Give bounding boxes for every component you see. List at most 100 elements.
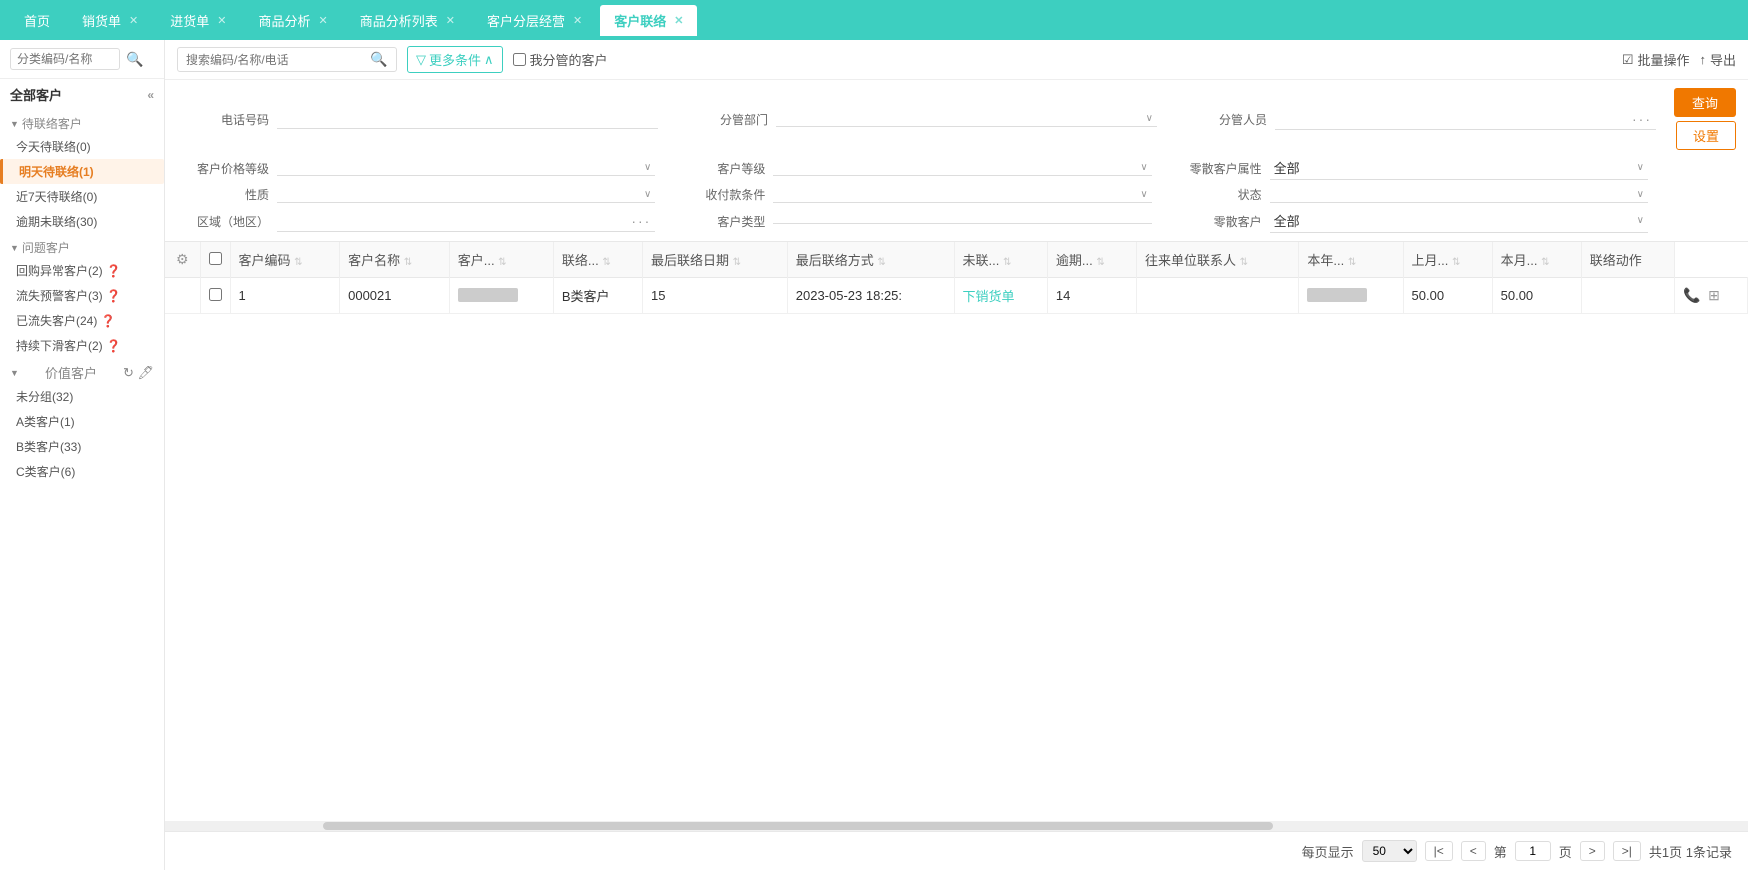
th-overdue: 逾期... ⇅ (1047, 242, 1136, 278)
sidebar-item-b-customers[interactable]: B类客户(33) (0, 434, 164, 459)
scrollbar-thumb[interactable] (323, 822, 1273, 830)
page-label: 第 (1494, 842, 1507, 861)
prev-page-button[interactable]: < (1461, 841, 1486, 861)
first-page-button[interactable]: |< (1425, 841, 1453, 861)
sidebar-item-7days-pending[interactable]: 近7天待联络(0) (0, 184, 164, 209)
sidebar-item-tomorrow-pending[interactable]: 明天待联络(1) (0, 159, 164, 184)
last-page-button[interactable]: >| (1613, 841, 1641, 861)
person-select[interactable]: ··· (1275, 109, 1656, 130)
sidebar-item-overdue-contact[interactable]: 逾期未联络(30) (0, 209, 164, 234)
qr-icon[interactable]: ⊞ (1708, 287, 1720, 303)
sidebar-search-input[interactable] (10, 48, 120, 70)
close-icon[interactable]: ✕ (446, 14, 455, 27)
customer-grade-field: 客户等级 ∨ (673, 160, 1151, 177)
retail-attr-select[interactable]: 全部 ∨ (1270, 156, 1648, 180)
payment-select[interactable]: ∨ (773, 187, 1151, 203)
per-page-select[interactable]: 50 100 200 (1362, 840, 1417, 862)
nav-customer-contact[interactable]: 客户联络 ✕ (600, 5, 697, 36)
sort-icon: ⇅ (404, 257, 412, 268)
all-customers-header[interactable]: 全部客户 « (0, 79, 164, 110)
chevron-down-icon: ∨ (1140, 162, 1147, 173)
td-type: B类客户 (553, 278, 642, 314)
customer-name-blurred (458, 288, 518, 302)
search-box[interactable]: 🔍 (177, 47, 397, 72)
sidebar-item-a-customers[interactable]: A类客户(1) (0, 409, 164, 434)
more-icon: ··· (1632, 111, 1652, 127)
close-icon[interactable]: ✕ (319, 14, 328, 27)
close-icon[interactable]: ✕ (129, 14, 138, 27)
nav-sales-order[interactable]: 销货单 ✕ (68, 5, 152, 36)
close-icon[interactable]: ✕ (674, 14, 683, 27)
phone-input[interactable] (281, 112, 654, 126)
contact-icon[interactable]: 📞 (1683, 287, 1700, 303)
dept-select[interactable]: ∨ (776, 111, 1157, 127)
horizontal-scrollbar[interactable] (165, 821, 1748, 831)
sidebar-item-declining[interactable]: 持续下滑客户(2) ❓ (0, 333, 164, 358)
sidebar-search-area: 🔍 (0, 40, 164, 79)
page-number-input[interactable] (1515, 841, 1551, 861)
chevron-up-icon: ∧ (484, 52, 494, 68)
region-select[interactable]: ··· (277, 211, 655, 232)
unit-contact-blurred (1307, 288, 1367, 302)
sort-icon: ⇅ (733, 257, 741, 268)
settings-button[interactable]: 设置 (1676, 121, 1736, 150)
batch-operation-button[interactable]: ☑ 批量操作 (1622, 50, 1690, 69)
retail-customer-field: 零散客户 全部 ∨ (1170, 209, 1648, 233)
sidebar-item-churn-warning[interactable]: 流失预警客户(3) ❓ (0, 283, 164, 308)
phone-field: 电话号码 (177, 110, 658, 129)
main-search-icon[interactable]: 🔍 (370, 51, 387, 68)
page-suffix-label: 页 (1559, 842, 1572, 861)
more-filters-button[interactable]: ▽ 更多条件 ∧ (407, 46, 503, 73)
sort-icon: ⇅ (294, 257, 302, 268)
content-area: 🔍 ▽ 更多条件 ∧ 我分管的客户 ☑ 批量操作 ↑ 导出 (165, 40, 1748, 870)
filter-panel: 电话号码 分管部门 ∨ 分管人员 ··· (165, 80, 1748, 242)
export-button[interactable]: ↑ 导出 (1699, 50, 1736, 69)
price-grade-label: 客户价格等级 (177, 160, 277, 177)
table-row: 1 000021 B类客户 15 2023-05-23 18:25: 下销货单 … (165, 278, 1748, 314)
main-search-input[interactable] (186, 53, 366, 67)
my-customers-check-input[interactable] (513, 53, 526, 66)
select-all-checkbox[interactable] (209, 252, 222, 265)
nav-customer-stratified[interactable]: 客户分层经营 ✕ (473, 5, 596, 36)
sidebar-item-repurchase-abnormal[interactable]: 回购异常客户(2) ❓ (0, 258, 164, 283)
retail-customer-select[interactable]: 全部 ∨ (1270, 209, 1648, 233)
person-label: 分管人员 (1175, 111, 1275, 128)
nav-purchase-order[interactable]: 进货单 ✕ (156, 5, 240, 36)
collapse-icon[interactable]: « (147, 88, 154, 102)
row-checkbox[interactable] (209, 288, 222, 301)
sort-icon: ⇅ (498, 257, 506, 268)
contact-method-link[interactable]: 下销货单 (963, 289, 1015, 304)
sidebar-item-today-pending[interactable]: 今天待联络(0) (0, 134, 164, 159)
sort-icon: ⇅ (1003, 257, 1011, 268)
sidebar-item-ungrouped[interactable]: 未分组(32) (0, 384, 164, 409)
next-page-button[interactable]: > (1580, 841, 1605, 861)
close-icon[interactable]: ✕ (573, 14, 582, 27)
th-action: 联络动作 (1581, 242, 1674, 278)
th-gear: ⚙ (165, 242, 200, 278)
nav-home[interactable]: 首页 (10, 5, 64, 36)
query-button[interactable]: 查询 (1674, 88, 1736, 117)
th-checkbox (200, 242, 230, 278)
sidebar-item-churned[interactable]: 已流失客户(24) ❓ (0, 308, 164, 333)
customer-grade-select[interactable]: ∨ (773, 160, 1151, 176)
th-contact: 联络... ⇅ (553, 242, 642, 278)
nav-product-analysis[interactable]: 商品分析 ✕ (244, 5, 341, 36)
status-label: 状态 (1170, 186, 1270, 203)
more-icon: ··· (631, 213, 651, 229)
nature-select[interactable]: ∨ (277, 187, 655, 203)
customer-type-select[interactable] (773, 219, 1151, 224)
status-select[interactable]: ∨ (1270, 187, 1648, 203)
phone-input-wrap[interactable] (277, 110, 658, 129)
status-field: 状态 ∨ (1170, 186, 1648, 203)
close-icon[interactable]: ✕ (217, 14, 226, 27)
gear-icon[interactable]: ⚙ (176, 251, 189, 267)
my-customers-checkbox[interactable]: 我分管的客户 (513, 50, 608, 69)
nav-product-analysis-list[interactable]: 商品分析列表 ✕ (346, 5, 469, 36)
sidebar: 🔍 全部客户 « 待联络客户 今天待联络(0) 明天待联络(1) 近7天待联络(… (0, 40, 165, 870)
price-grade-select[interactable]: ∨ (277, 160, 655, 176)
td-overdue (1137, 278, 1299, 314)
sidebar-search-icon[interactable]: 🔍 (126, 51, 143, 68)
td-last-month: 50.00 (1492, 278, 1581, 314)
sidebar-item-c-customers[interactable]: C类客户(6) (0, 459, 164, 484)
per-page-label: 每页显示 (1302, 842, 1354, 861)
